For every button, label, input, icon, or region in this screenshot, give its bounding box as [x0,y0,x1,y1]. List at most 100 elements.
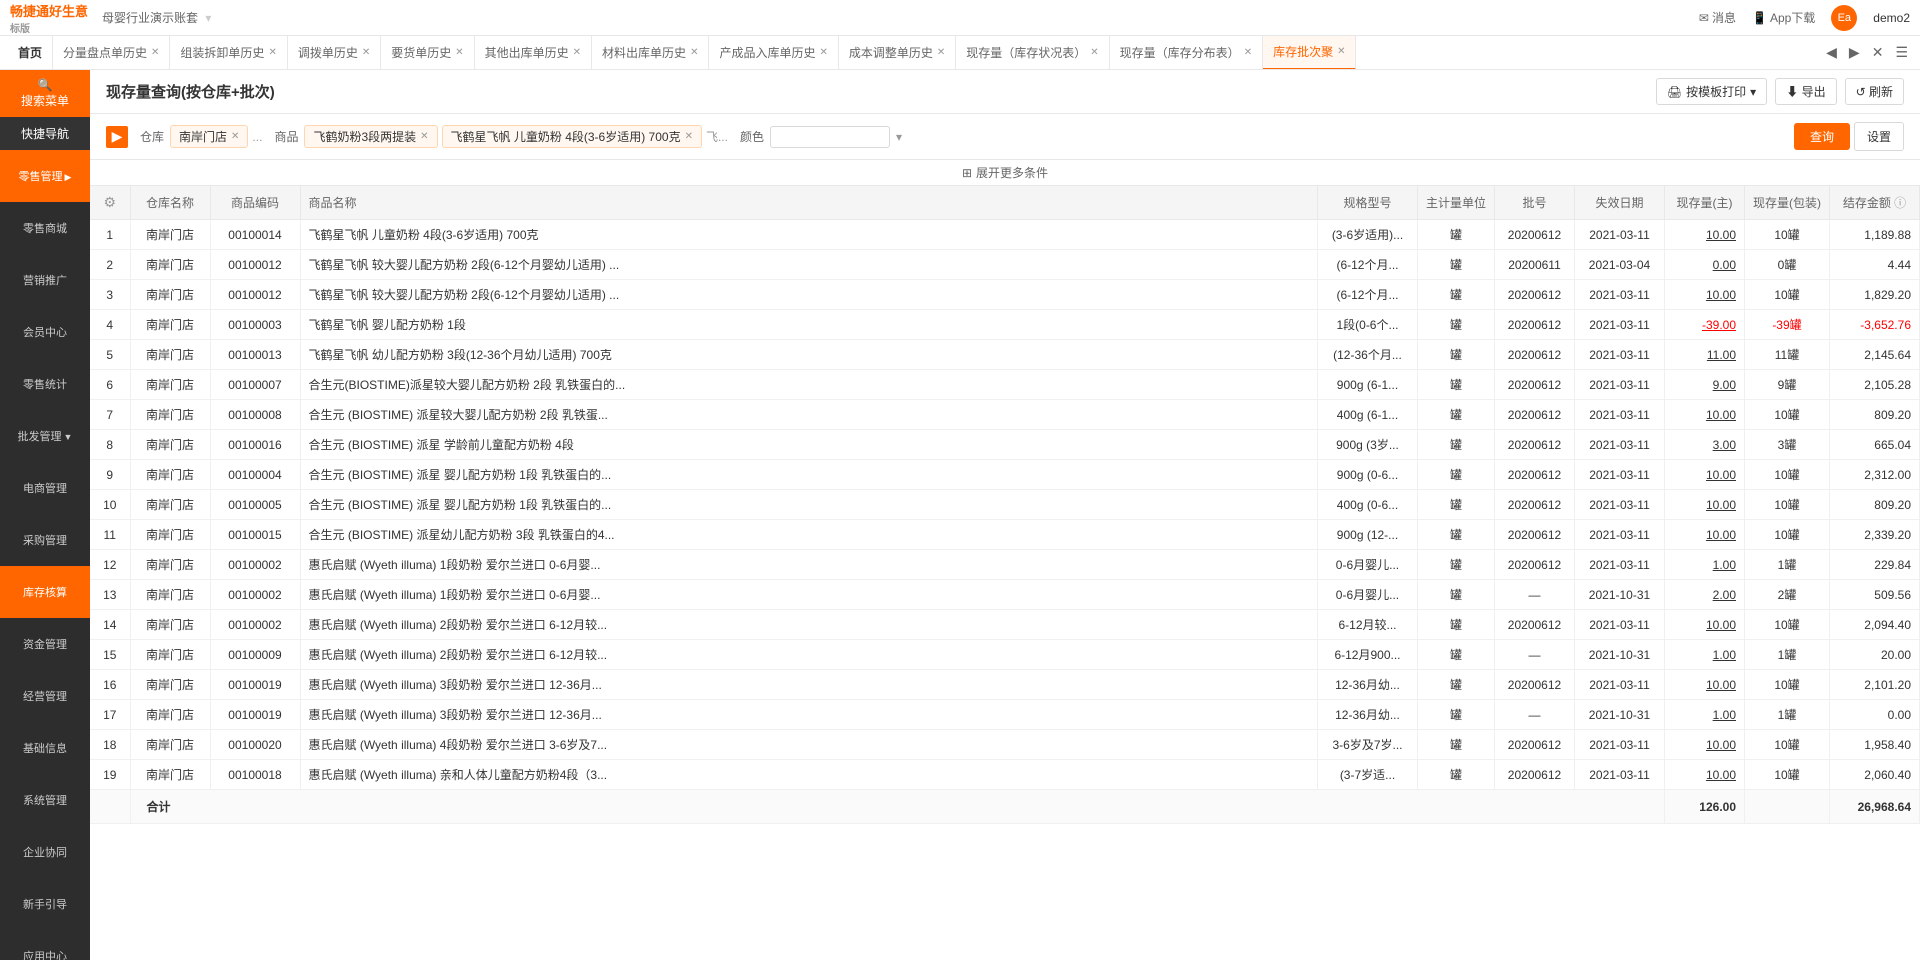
cell-spec: 12-36月幼... [1317,670,1417,700]
tab-close-icon[interactable]: ✕ [1090,47,1098,58]
refresh-button[interactable]: ↺ 刷新 [1845,78,1904,105]
setting-button[interactable]: 设置 [1854,122,1904,151]
tab-fenpan[interactable]: 分量盘点单历史 ✕ [53,36,170,70]
cell-amount: 1,829.20 [1830,280,1920,310]
tab-close-icon[interactable]: ✕ [362,47,370,58]
info-icon[interactable]: ⓘ [1894,196,1906,210]
cell-code: 00100007 [210,370,300,400]
sidebar-item-purchase[interactable]: 采购管理 [0,514,90,566]
sidebar-item-system[interactable]: 系统管理 [0,774,90,826]
tab-close-icon[interactable]: ✕ [268,47,276,58]
search-button[interactable]: 查询 [1794,123,1850,150]
color-dropdown-icon[interactable]: ▾ [896,130,902,144]
tab-close-icon[interactable]: ✕ [151,47,159,58]
print-template-button[interactable]: 🖨 按模板打印 ▾ [1656,78,1767,105]
cell-seq: 15 [90,640,130,670]
cell-seq: 10 [90,490,130,520]
tab-close-icon[interactable]: ✕ [690,47,698,58]
cell-name: 惠氏启赋 (Wyeth illuma) 亲和人体儿童配方奶粉4段（3... [300,760,1317,790]
tab-cailiaochuku[interactable]: 材料出库单历史 ✕ [592,36,709,70]
tag-close-icon[interactable]: ✕ [685,131,693,142]
tab-menu-icon[interactable]: ☰ [1891,42,1912,63]
warehouse-filter-label: 仓库 [140,128,164,145]
tab-kucunpici[interactable]: 库存批次聚 ✕ [1263,36,1356,70]
tab-close-icon[interactable]: ✕ [573,47,581,58]
tab-yaohuodanju[interactable]: 要货单历史 ✕ [381,36,474,70]
sidebar-item-operation[interactable]: 经营管理 [0,670,90,722]
settings-icon[interactable]: ⚙ [103,194,116,210]
sidebar-item-label: 零售统计 [23,376,67,392]
sidebar-item-newguide[interactable]: 新手引导 [0,878,90,930]
table-row: 1 南岸门店 00100014 飞鹤星飞帆 儿童奶粉 4段(3-6岁适用) 70… [90,220,1920,250]
app-icon: 📱 [1752,11,1767,25]
cell-expire: 2021-03-11 [1575,460,1665,490]
product-filter-more[interactable]: 飞... [706,128,728,145]
filter-expand-button[interactable]: ▶ [106,126,128,148]
sidebar-item-retail-stats[interactable]: 零售统计 [0,358,90,410]
cell-code: 00100019 [210,670,300,700]
tab-close-icon[interactable]: ✕ [937,47,945,58]
sidebar-item-retail-shop[interactable]: 零售商城 [0,202,90,254]
cell-amount: 509.56 [1830,580,1920,610]
app-download-button[interactable]: 📱 App下载 [1752,9,1815,26]
sidebar-item-member[interactable]: 会员中心 [0,306,90,358]
cell-seq: 18 [90,730,130,760]
tag-close-icon[interactable]: ✕ [420,131,428,142]
sidebar-item-wholesale[interactable]: 批发管理 ▼ [0,410,90,462]
table-row: 11 南岸门店 00100015 合生元 (BIOSTIME) 派星幼儿配方奶粉… [90,520,1920,550]
cell-seq: 5 [90,340,130,370]
cell-amount: 4.44 [1830,250,1920,280]
cell-batch: 20200612 [1495,430,1575,460]
tab-chanpinruku[interactable]: 产成品入库单历史 ✕ [709,36,838,70]
tab-xianzailiang2[interactable]: 现存量（库存分布表） ✕ [1110,36,1263,70]
cell-spec: 900g (0-6... [1317,460,1417,490]
cell-code: 00100008 [210,400,300,430]
sidebar-item-label: 会员中心 [23,324,67,340]
tab-close-icon[interactable]: ✕ [819,47,827,58]
tab-xianzailiang1[interactable]: 现存量（库存状况表） ✕ [956,36,1109,70]
tab-close-icon[interactable]: ✕ [1244,47,1252,58]
sidebar-item-appcenter[interactable]: 应用中心 [0,930,90,960]
sidebar: 🔍 搜索菜单 快捷导航 零售管理 ▶ 零售商城 营销推广 会员中心 零售统计 批… [0,70,90,960]
sidebar-item-marketing[interactable]: 营销推广 [0,254,90,306]
product-tag-0: 飞鹤奶粉3段两提装 ✕ [304,125,437,148]
cell-warehouse: 南岸门店 [130,610,210,640]
sidebar-item-inventory[interactable]: 库存核算 [0,566,90,618]
cell-unit: 罐 [1417,520,1494,550]
tab-next-icon[interactable]: ▶ [1845,42,1864,63]
cell-qty: 10.00 [1665,520,1745,550]
color-filter-input[interactable] [770,126,890,148]
tab-close-all-icon[interactable]: ✕ [1868,42,1888,63]
tab-close-icon[interactable]: ✕ [455,47,463,58]
cell-batch: 20200612 [1495,550,1575,580]
message-button[interactable]: ✉ 消息 [1699,9,1736,26]
tab-home[interactable]: 首页 [8,36,53,70]
tab-prev-icon[interactable]: ◀ [1822,42,1841,63]
tab-chengbentiaoji[interactable]: 成本调整单历史 ✕ [839,36,956,70]
tab-qitachu[interactable]: 其他出库单历史 ✕ [475,36,592,70]
sidebar-item-finance[interactable]: 资金管理 [0,618,90,670]
export-button[interactable]: ⬇ 导出 [1775,78,1836,105]
sidebar-search[interactable]: 🔍 搜索菜单 [0,70,90,117]
cell-qty: -39.00 [1665,310,1745,340]
expand-more-button[interactable]: ⊞ 展开更多条件 [962,164,1048,181]
sidebar-item-basic[interactable]: 基础信息 [0,722,90,774]
sidebar-item-retail-mgmt[interactable]: 零售管理 ▶ [0,150,90,202]
cell-spec: 900g (12-... [1317,520,1417,550]
cell-amount: 20.00 [1830,640,1920,670]
tab-zuche[interactable]: 组装拆卸单历史 ✕ [170,36,287,70]
cell-amount: 2,060.40 [1830,760,1920,790]
warehouse-filter-more[interactable]: ... [252,130,262,144]
table-row: 16 南岸门店 00100019 惠氏启赋 (Wyeth illuma) 3段奶… [90,670,1920,700]
cell-spec: (12-36个月... [1317,340,1417,370]
cell-qty: 1.00 [1665,640,1745,670]
sidebar-item-enterprise[interactable]: 企业协同 [0,826,90,878]
cell-unit: 罐 [1417,340,1494,370]
sidebar-quicknav[interactable]: 快捷导航 [0,117,90,150]
tag-close-icon[interactable]: ✕ [231,131,239,142]
tab-tiaopi[interactable]: 调拨单历史 ✕ [288,36,381,70]
cell-spec: (3-7岁适... [1317,760,1417,790]
sidebar-item-ecommerce[interactable]: 电商管理 [0,462,90,514]
tab-close-icon[interactable]: ✕ [1337,46,1345,57]
cell-seq: 12 [90,550,130,580]
